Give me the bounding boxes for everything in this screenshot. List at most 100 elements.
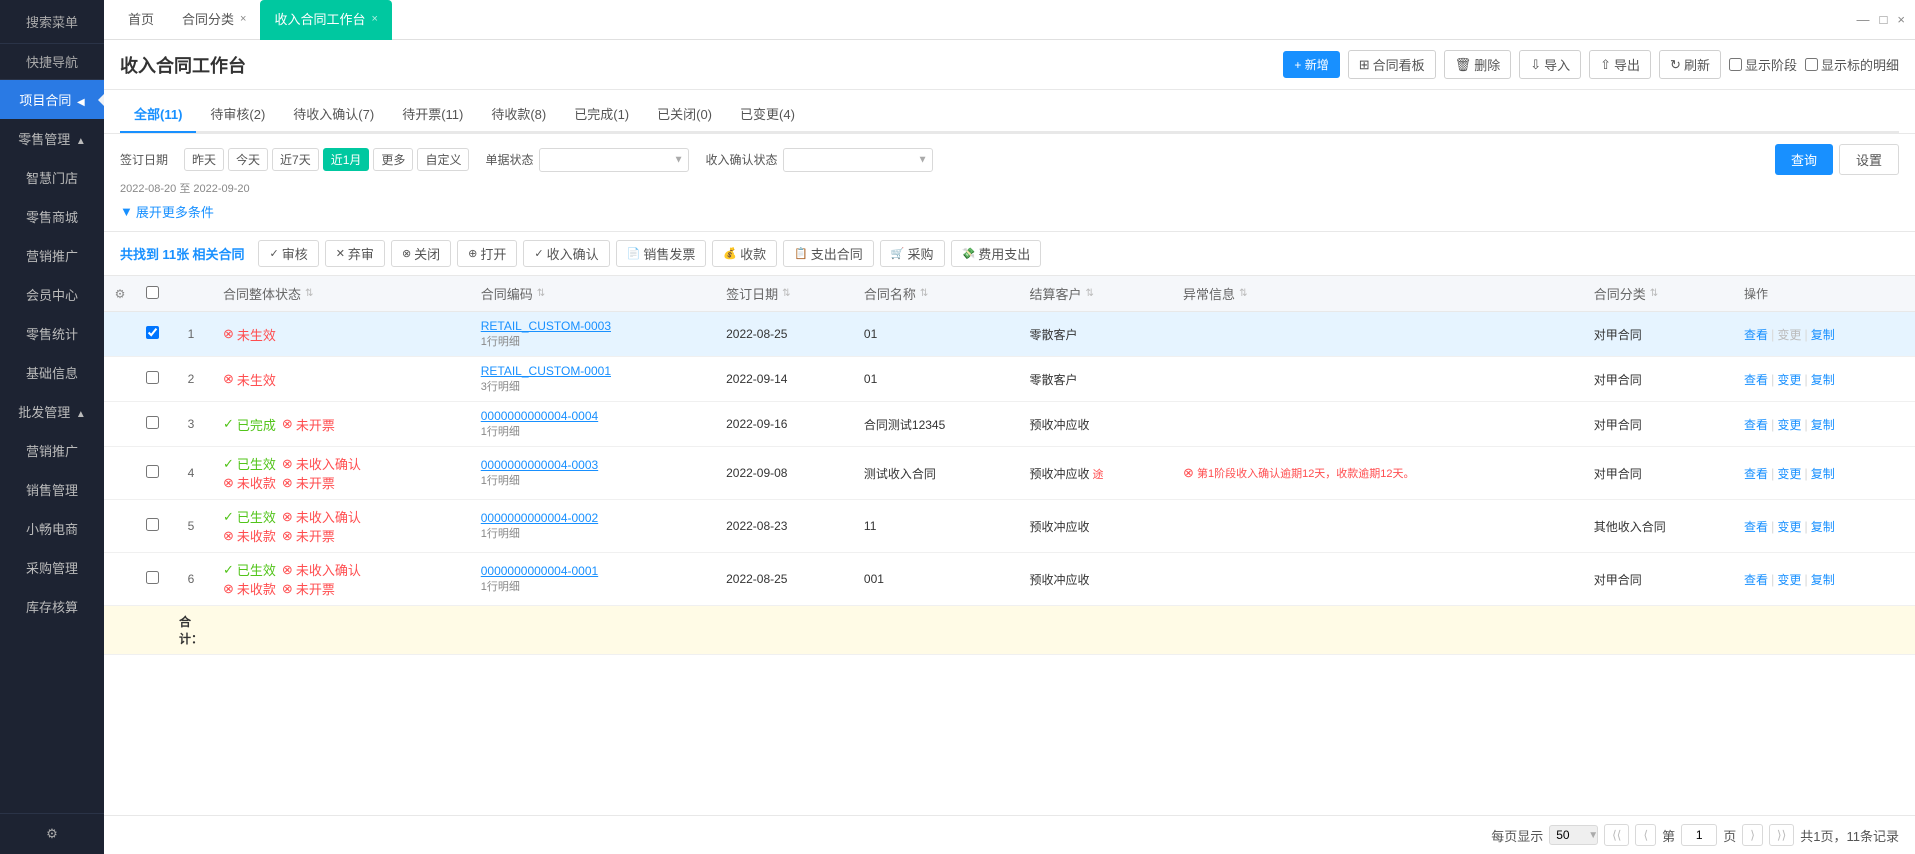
- doc-status-select[interactable]: [539, 148, 689, 172]
- per-page-select[interactable]: 50 20 100: [1549, 825, 1598, 845]
- contract-board-button[interactable]: ⊞ 合同看板: [1348, 50, 1436, 79]
- op-btn-复制[interactable]: 复制: [1811, 520, 1835, 534]
- sidebar-item-basic-info[interactable]: 基础信息: [0, 353, 104, 392]
- expense-btn[interactable]: 💸 费用支出: [951, 240, 1042, 267]
- tab-income-contract[interactable]: 收入合同工作台 ×: [260, 0, 391, 40]
- sidebar-item-batch-mgmt[interactable]: 批发管理 ▲: [0, 392, 104, 431]
- export-button[interactable]: ⇧ 导出: [1589, 50, 1651, 79]
- show-details-checkbox[interactable]: [1805, 58, 1818, 71]
- sidebar-settings-btn[interactable]: ⚙: [0, 813, 104, 854]
- row-checkbox[interactable]: [146, 518, 159, 531]
- purchase-btn[interactable]: 🛒 采购: [880, 240, 945, 267]
- date-btn-more[interactable]: 更多: [373, 148, 413, 171]
- sort-icon-status[interactable]: ⇅: [305, 288, 313, 299]
- sidebar-item-purchase[interactable]: 采购管理: [0, 548, 104, 587]
- expand-conditions-btn[interactable]: ▼ 展开更多条件: [120, 202, 1899, 221]
- op-btn-查看[interactable]: 查看: [1744, 573, 1768, 587]
- filter-tab-pending-review[interactable]: 待审核(2): [196, 98, 279, 133]
- filter-tab-completed[interactable]: 已完成(1): [560, 98, 643, 133]
- sort-icon-category[interactable]: ⇅: [1650, 288, 1658, 299]
- row-checkbox[interactable]: [146, 416, 159, 429]
- sidebar-item-inventory[interactable]: 库存核算: [0, 587, 104, 626]
- contract-code-link[interactable]: 0000000000004-0001: [481, 564, 598, 578]
- income-confirm-btn[interactable]: ✓ 收入确认: [523, 240, 609, 267]
- column-settings-icon[interactable]: ⚙: [115, 287, 126, 301]
- income-confirm-select[interactable]: [783, 148, 933, 172]
- sidebar-item-marketing1[interactable]: 营销推广: [0, 236, 104, 275]
- row-checkbox[interactable]: [146, 326, 159, 339]
- tab-home[interactable]: 首页: [114, 0, 168, 40]
- op-btn-复制[interactable]: 复制: [1811, 373, 1835, 387]
- filter-tab-all[interactable]: 全部(11): [120, 98, 196, 133]
- op-btn-变更[interactable]: 变更: [1777, 467, 1801, 481]
- receipt-btn[interactable]: 💰 收款: [712, 240, 777, 267]
- date-btn-yesterday[interactable]: 昨天: [184, 148, 224, 171]
- op-btn-查看[interactable]: 查看: [1744, 418, 1768, 432]
- sort-icon-name[interactable]: ⇅: [920, 288, 928, 299]
- sidebar-search[interactable]: 搜索菜单: [0, 0, 104, 44]
- op-btn-变更[interactable]: 变更: [1777, 373, 1801, 387]
- filter-tab-pending-receipt[interactable]: 待收款(8): [477, 98, 560, 133]
- row-checkbox[interactable]: [146, 371, 159, 384]
- close-icon-contract-category[interactable]: ×: [240, 13, 246, 25]
- op-btn-查看[interactable]: 查看: [1744, 373, 1768, 387]
- close-icon-income-contract[interactable]: ×: [371, 13, 377, 25]
- date-btn-today[interactable]: 今天: [228, 148, 268, 171]
- contract-code-link[interactable]: 0000000000004-0004: [481, 409, 598, 423]
- sort-icon-customer[interactable]: ⇅: [1085, 288, 1093, 299]
- select-all-checkbox[interactable]: [146, 286, 159, 299]
- prev-page-btn[interactable]: ⟨: [1635, 824, 1656, 846]
- page-num-input[interactable]: [1681, 824, 1717, 846]
- filter-tab-pending-invoice[interactable]: 待开票(11): [388, 98, 477, 133]
- delete-button[interactable]: 🗑 删除: [1444, 50, 1512, 79]
- sort-icon-exception[interactable]: ⇅: [1239, 288, 1247, 299]
- date-btn-last1month[interactable]: 近1月: [323, 148, 370, 171]
- op-btn-查看[interactable]: 查看: [1744, 520, 1768, 534]
- settings-button[interactable]: 设置: [1839, 144, 1899, 175]
- sidebar-item-marketing2[interactable]: 营销推广: [0, 431, 104, 470]
- op-btn-复制[interactable]: 复制: [1811, 467, 1835, 481]
- add-button[interactable]: + 新增: [1283, 51, 1339, 78]
- contract-code-link[interactable]: RETAIL_CUSTOM-0003: [481, 319, 611, 333]
- sidebar-item-xiaoyang[interactable]: 小畅电商: [0, 509, 104, 548]
- abandon-btn[interactable]: ✕ 弃审: [325, 240, 385, 267]
- close-btn[interactable]: ×: [1897, 12, 1905, 27]
- contract-code-link[interactable]: 0000000000004-0002: [481, 511, 598, 525]
- filter-tab-closed[interactable]: 已关闭(0): [643, 98, 726, 133]
- filter-tab-pending-income-confirm[interactable]: 待收入确认(7): [279, 98, 388, 133]
- maximize-btn[interactable]: □: [1880, 12, 1888, 27]
- op-btn-变更[interactable]: 变更: [1777, 418, 1801, 432]
- sidebar-item-sales-mgmt[interactable]: 销售管理: [0, 470, 104, 509]
- import-button[interactable]: ⇩ 导入: [1519, 50, 1581, 79]
- open-contract-btn[interactable]: ⊕ 打开: [457, 240, 517, 267]
- out-contract-btn[interactable]: 📋 支出合同: [783, 240, 874, 267]
- sort-icon-code[interactable]: ⇅: [537, 288, 545, 299]
- sidebar-item-project[interactable]: 项目合同 ◀: [0, 80, 104, 119]
- contract-code-link[interactable]: 0000000000004-0003: [481, 458, 598, 472]
- refresh-button[interactable]: ↻ 刷新: [1659, 50, 1721, 79]
- sidebar-item-retail-mgmt[interactable]: 零售管理 ▲: [0, 119, 104, 158]
- close-contract-btn[interactable]: ⊗ 关闭: [391, 240, 451, 267]
- sidebar-quick-nav[interactable]: 快捷导航: [0, 44, 104, 80]
- op-btn-变更[interactable]: 变更: [1777, 573, 1801, 587]
- sidebar-item-smart-store[interactable]: 智慧门店: [0, 158, 104, 197]
- last-page-btn[interactable]: ⟩⟩: [1769, 824, 1794, 846]
- op-btn-复制[interactable]: 复制: [1811, 573, 1835, 587]
- sidebar-item-member[interactable]: 会员中心: [0, 275, 104, 314]
- row-checkbox[interactable]: [146, 571, 159, 584]
- date-btn-custom[interactable]: 自定义: [417, 148, 469, 171]
- sales-invoice-btn[interactable]: 📄 销售发票: [616, 240, 707, 267]
- review-btn[interactable]: ✓ 审核: [258, 240, 318, 267]
- filter-tab-changed[interactable]: 已变更(4): [726, 98, 809, 133]
- contract-code-link[interactable]: RETAIL_CUSTOM-0001: [481, 364, 611, 378]
- first-page-btn[interactable]: ⟨⟨: [1604, 824, 1629, 846]
- date-btn-last7days[interactable]: 近7天: [272, 148, 319, 171]
- op-btn-复制[interactable]: 复制: [1811, 418, 1835, 432]
- show-stages-checkbox[interactable]: [1729, 58, 1742, 71]
- row-checkbox[interactable]: [146, 465, 159, 478]
- sort-icon-date[interactable]: ⇅: [782, 288, 790, 299]
- op-btn-复制[interactable]: 复制: [1811, 328, 1835, 342]
- minimize-btn[interactable]: —: [1857, 12, 1870, 27]
- op-btn-查看[interactable]: 查看: [1744, 467, 1768, 481]
- query-button[interactable]: 查询: [1775, 144, 1833, 175]
